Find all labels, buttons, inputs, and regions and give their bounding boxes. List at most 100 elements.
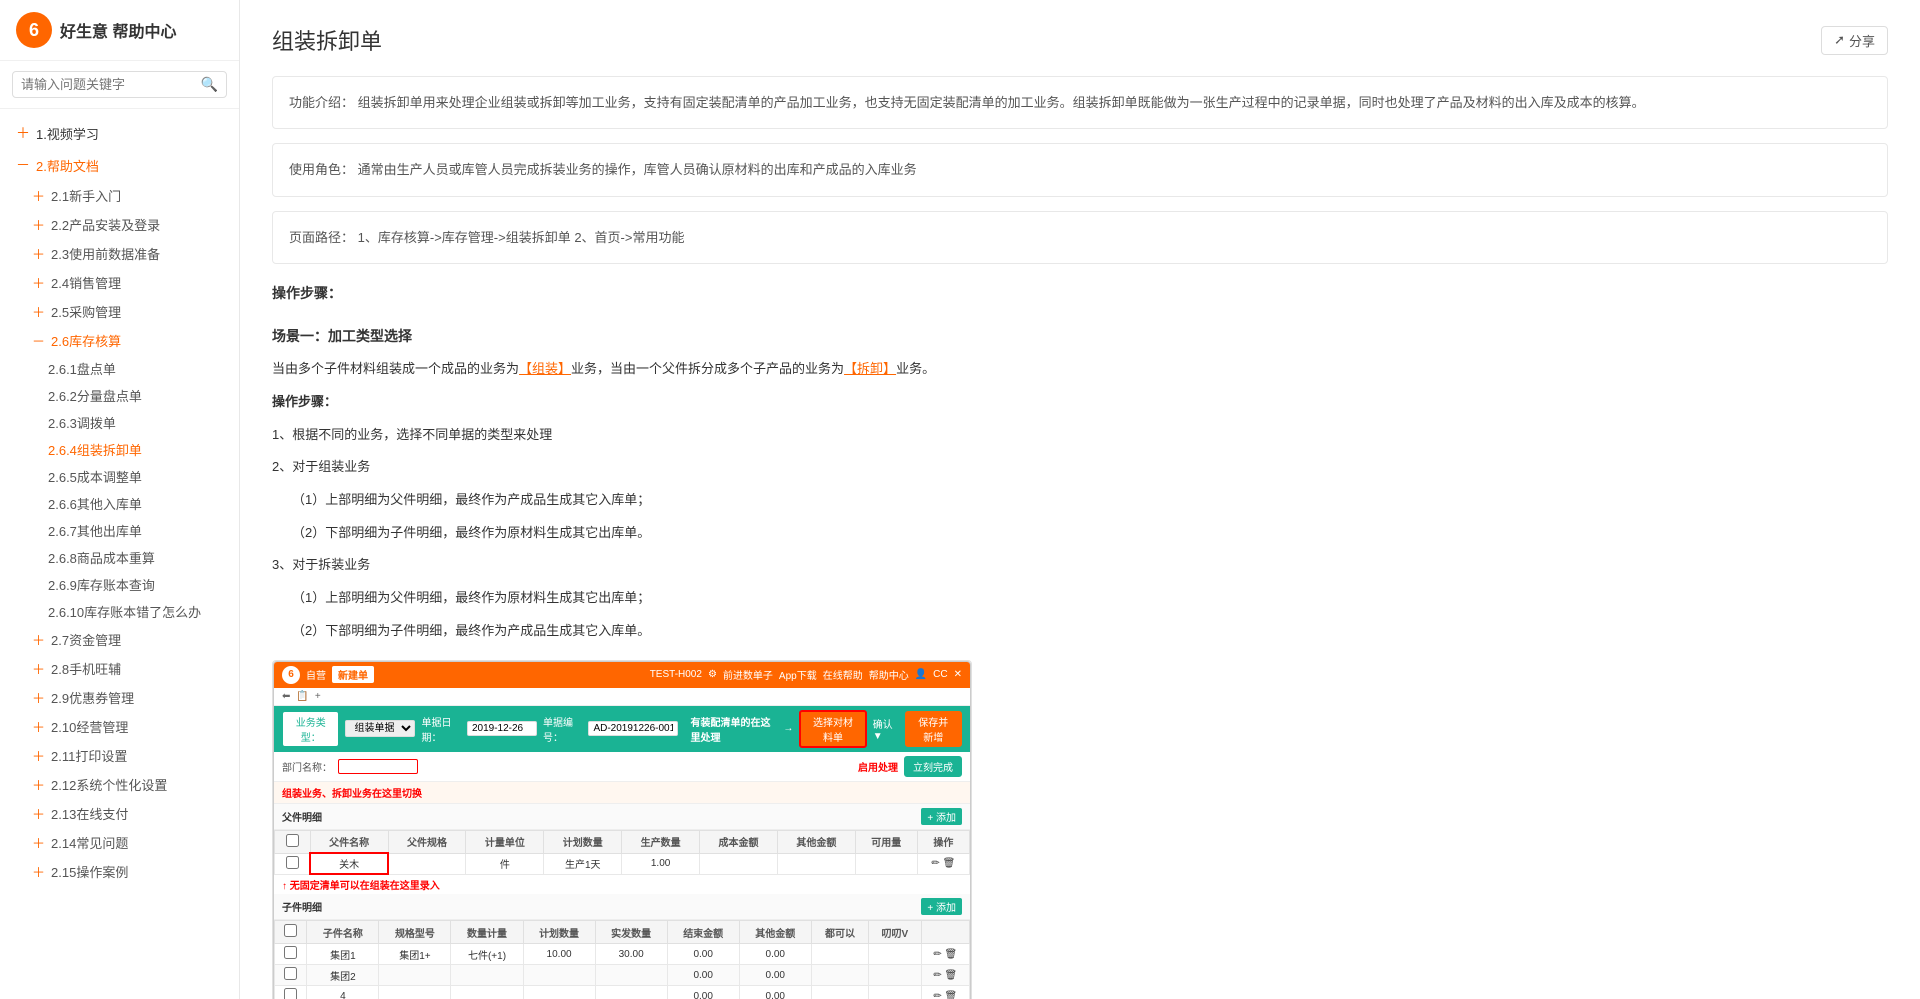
mock-nav-item3: 在线帮助 [823, 667, 863, 682]
page-title: 组装拆卸单 [272, 24, 382, 56]
nav-child-label: 2.9优惠券管理 [51, 688, 134, 707]
sidebar-item-video[interactable]: ＋ 1.视频学习 [0, 117, 239, 149]
sidebar-item-mobile[interactable]: ＋ 2.8手机旺辅 [0, 654, 239, 683]
mock-lower-edit-1[interactable]: ✏ [933, 949, 941, 960]
role-block: 使用角色： 通常由生产人员或库管人员完成拆装业务的操作，库管人员确认原材料的出库… [272, 143, 1888, 196]
nav-child-label: 2.10经营管理 [51, 717, 128, 736]
mock-lower-del-1[interactable]: 🗑 [945, 949, 958, 960]
mock-upper-table: 父件名称 父件规格 计量单位 计划数量 生产数量 成本金额 其他金额 可用量 操… [274, 830, 970, 876]
sidebar-item-finance[interactable]: ＋ 2.7资金管理 [0, 625, 239, 654]
mock-upper-row: 关木 件 生产1天 1.00 ✏ 🗑 [275, 853, 970, 874]
mock-lower-other-3: 0.00 [739, 986, 811, 999]
expand-icon: ＋ [32, 804, 45, 823]
scene1-heading: 场景一：加工类型选择 [272, 323, 1888, 350]
nav-child-label: 2.14常见问题 [51, 833, 128, 852]
mock-add-lower-btn[interactable]: + 添加 [921, 898, 962, 915]
mock-close-icon[interactable]: ✕ [954, 669, 962, 680]
sidebar-item-otherinstock[interactable]: 2.6.6其他入库单 [0, 490, 239, 517]
sidebar-item-costadjust[interactable]: 2.6.5成本调整单 [0, 463, 239, 490]
mock-row-check[interactable] [286, 856, 299, 869]
mock-lower-act-3: ✏ 🗑 [921, 986, 969, 999]
mock-lth-other: 其他金额 [739, 921, 811, 944]
search-icon[interactable]: 🔍 [201, 76, 218, 93]
sidebar-item-assembly[interactable]: 2.6.4组装拆卸单 [0, 436, 239, 463]
mock-delete-icon[interactable]: 🗑 [943, 858, 956, 869]
mock-date-input[interactable] [467, 721, 537, 736]
sidebar-item-faq[interactable]: ＋ 2.14常见问题 [0, 828, 239, 857]
mock-lower-del-2[interactable]: 🗑 [945, 970, 958, 981]
mock-lower-row-2: 集团2 0.00 0.00 ✏ 🗑 [275, 965, 970, 986]
mock-row-prod: 1.00 [622, 853, 700, 874]
sidebar-item-otheroutstock[interactable]: 2.6.7其他出库单 [0, 517, 239, 544]
expand-icon: ＋ [32, 186, 45, 205]
mock-num-input[interactable] [588, 721, 678, 736]
mock-sub-nav: ⬅ 📋 + [274, 688, 970, 706]
sidebar-item-dataprep[interactable]: ＋ 2.3使用前数据准备 [0, 239, 239, 268]
step2: 2、对于组装业务 [272, 455, 1888, 480]
disassemble-link[interactable]: 【拆卸】 [844, 361, 896, 376]
sidebar-item-settings[interactable]: ＋ 2.12系统个性化设置 [0, 770, 239, 799]
sidebar-item-sales[interactable]: ＋ 2.4销售管理 [0, 268, 239, 297]
mock-lth-v: 叨叨V [869, 921, 921, 944]
sidebar-item-cases[interactable]: ＋ 2.15操作案例 [0, 857, 239, 886]
sidebar-item-purchase[interactable]: ＋ 2.5采购管理 [0, 297, 239, 326]
function-intro-block: 功能介绍： 组装拆卸单用来处理企业组装或拆卸等加工业务，支持有固定装配清单的产品… [272, 76, 1888, 129]
nav-child-label: 2.4销售管理 [51, 273, 121, 292]
sidebar-item-coupon[interactable]: ＋ 2.9优惠券管理 [0, 683, 239, 712]
search-input[interactable] [21, 77, 201, 92]
mock-th-parent-name: 父件名称 [310, 830, 388, 853]
mock-select-all[interactable] [286, 834, 299, 847]
sidebar-item-costrecalc[interactable]: 2.6.8商品成本重算 [0, 544, 239, 571]
assemble-link[interactable]: 【组装】 [519, 361, 571, 376]
sidebar-item-partialstocktake[interactable]: 2.6.2分量盘点单 [0, 382, 239, 409]
mock-active-tab[interactable]: 新建单 [332, 666, 374, 683]
sidebar-item-docs[interactable]: － 2.帮助文档 [0, 149, 239, 181]
sidebar-item-stocktake[interactable]: 2.6.1盘点单 [0, 355, 239, 382]
main-header: 组装拆卸单 ➚ 分享 [272, 24, 1888, 56]
mock-window-id: TEST-H002 [650, 669, 702, 680]
mock-add-upper-btn[interactable]: + 添加 [921, 808, 962, 825]
mock-lower-select-all[interactable] [284, 924, 297, 937]
mock-lth-end: 结束金额 [667, 921, 739, 944]
sidebar-item-stockfix[interactable]: 2.6.10库存账本错了怎么办 [0, 598, 239, 625]
mock-btn-addnew[interactable]: 业务类型： [282, 711, 339, 747]
mock-upper-label: 父件明细 [282, 809, 322, 824]
sidebar-item-label: 1.视频学习 [36, 124, 99, 143]
mock-dept-input[interactable] [338, 759, 418, 774]
mock-th-checkbox [275, 830, 311, 853]
mock-back-icon[interactable]: ⬅ [282, 691, 290, 702]
mock-btn-save[interactable]: 保存并新增 [905, 711, 962, 747]
mock-app-tabs: 自营 [306, 667, 326, 682]
mock-row-action: ✏ 🗑 [917, 853, 969, 874]
mock-lower-row-check-2[interactable] [284, 967, 297, 980]
sidebar-item-install[interactable]: ＋ 2.2产品安装及登录 [0, 210, 239, 239]
path-block: 页面路径： 1、库存核算->库存管理->组装拆卸单 2、首页->常用功能 [272, 211, 1888, 264]
nav-child-label: 2.5采购管理 [51, 302, 121, 321]
mock-lower-edit-3[interactable]: ✏ [933, 991, 941, 999]
sidebar-item-payment[interactable]: ＋ 2.13在线支付 [0, 799, 239, 828]
sidebar-item-newbie[interactable]: ＋ 2.1新手入门 [0, 181, 239, 210]
mock-lower-act-1: ✏ 🗑 [921, 944, 969, 965]
mock-type-select[interactable]: 组装单据 拆卸单据 [345, 720, 415, 737]
mock-th-planned-qty: 计划数量 [544, 830, 622, 853]
mock-lower-row-check-1[interactable] [284, 946, 297, 959]
mock-btn-apply[interactable]: 立刻完成 [904, 756, 962, 777]
mock-lower-row-check-3[interactable] [284, 988, 297, 999]
mock-btn-select[interactable]: 选择对材料单 [799, 710, 866, 748]
share-button[interactable]: ➚ 分享 [1821, 26, 1888, 55]
sidebar-item-transfer[interactable]: 2.6.3调拨单 [0, 409, 239, 436]
sidebar-item-label: 2.帮助文档 [36, 156, 99, 175]
mock-row-spec [388, 853, 466, 874]
mock-lower-edit-2[interactable]: ✏ [933, 970, 941, 981]
mock-logo: 6 [282, 666, 300, 684]
mock-annotation-text1: 有装配清单的在这里处理 [690, 714, 777, 744]
sidebar-item-print[interactable]: ＋ 2.11打印设置 [0, 741, 239, 770]
step2-1: （1）上部明细为父件明细，最终作为产成品生成其它入库单； [292, 488, 1888, 513]
sidebar-item-inventory[interactable]: － 2.6库存核算 [0, 326, 239, 355]
sidebar-item-ops[interactable]: ＋ 2.10经营管理 [0, 712, 239, 741]
mock-lower-actual-1: 30.00 [595, 944, 667, 965]
sidebar-item-stockquery[interactable]: 2.6.9库存账本查询 [0, 571, 239, 598]
mock-edit-icon[interactable]: ✏ [931, 858, 939, 869]
mock-nav-item1: 前进数单子 [723, 667, 773, 682]
mock-lower-del-3[interactable]: 🗑 [945, 991, 958, 999]
